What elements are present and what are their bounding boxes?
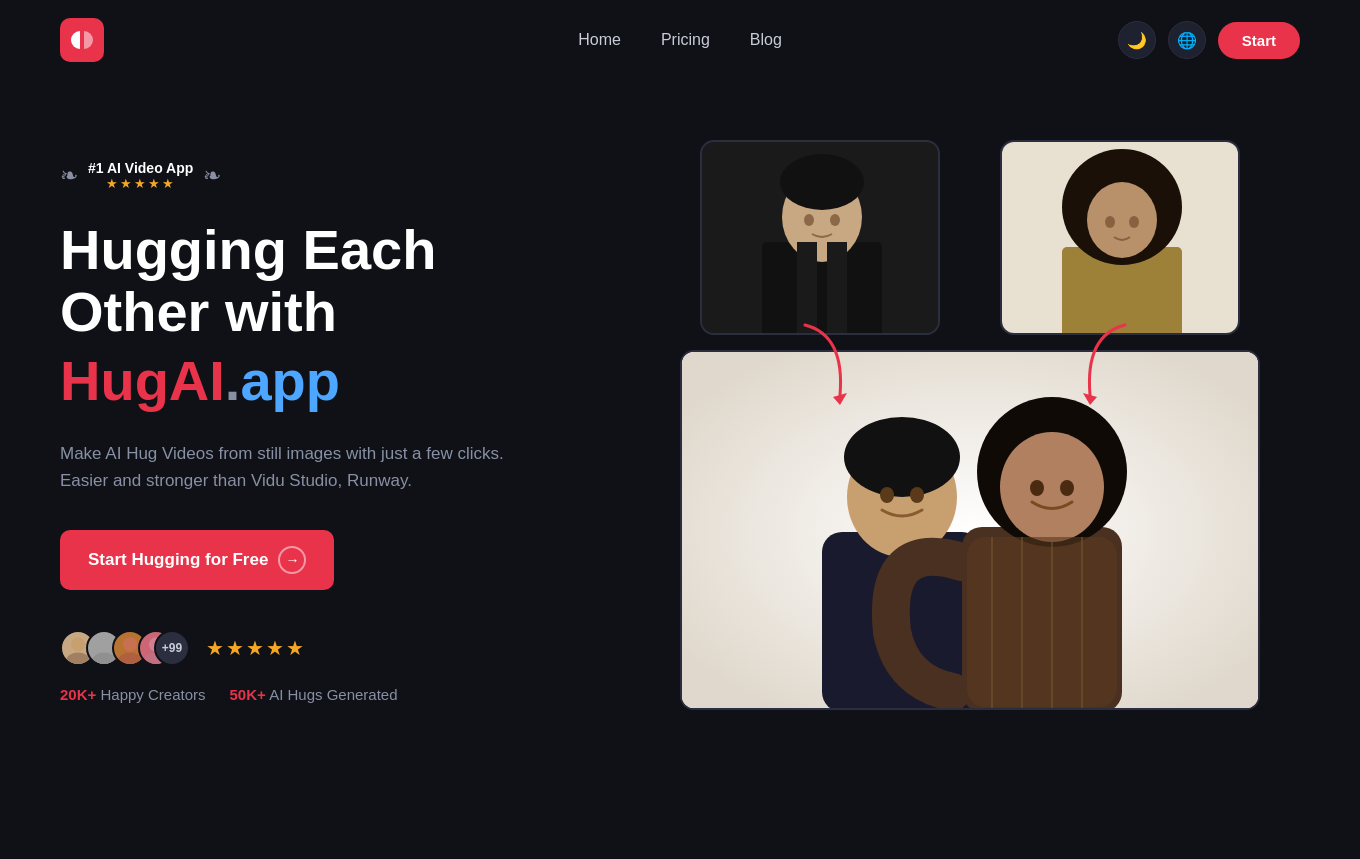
svg-point-5 [118,653,141,667]
accent-dot-text: . [225,349,241,412]
hero-left: ❧ #1 AI Video App ★★★★★ ❧ Hugging Each O… [60,140,600,703]
svg-point-4 [123,637,137,651]
stat-creators: 20K+ Happy Creators [60,686,206,703]
avatar-group: +99 [60,630,190,666]
svg-point-35 [1060,480,1074,496]
dark-mode-button[interactable]: 🌙 [1118,21,1156,59]
svg-point-31 [1000,432,1104,542]
globe-icon: 🌐 [1177,31,1197,50]
nav-blog[interactable]: Blog [750,31,782,49]
image-card-person1 [700,140,940,335]
stat-hugs-num: 50K+ [230,686,266,703]
hero-images [640,140,1300,720]
social-proof: +99 ★★★★★ [60,630,600,666]
svg-point-2 [97,637,111,651]
nav-home[interactable]: Home [578,31,621,49]
image-card-hug [680,350,1260,710]
cta-button[interactable]: Start Hugging for Free → [60,530,334,590]
start-button[interactable]: Start [1218,22,1300,59]
nav-links: Home Pricing Blog [578,31,782,49]
svg-point-0 [71,637,85,651]
moon-icon: 🌙 [1127,31,1147,50]
nav-right: 🌙 🌐 Start [1118,21,1300,59]
badge: ❧ #1 AI Video App ★★★★★ ❧ [60,160,600,191]
accent-red-text: HugAI [60,349,225,412]
nav-pricing[interactable]: Pricing [661,31,710,49]
image-card-person2 [1000,140,1240,335]
laurel-right-icon: ❧ [203,163,221,189]
svg-point-34 [1030,480,1044,496]
stats: 20K+ Happy Creators 50K+ AI Hugs Generat… [60,686,600,703]
hero-section: ❧ #1 AI Video App ★★★★★ ❧ Hugging Each O… [0,80,1360,720]
stat-creators-label-text: Happy Creators [100,686,205,703]
svg-point-15 [830,214,840,226]
svg-point-33 [910,487,924,503]
svg-rect-36 [967,537,1117,707]
arrow-left-icon [785,315,865,415]
svg-point-3 [92,653,115,667]
badge-stars: ★★★★★ [106,176,176,191]
badge-text: #1 AI Video App ★★★★★ [88,160,193,191]
svg-point-14 [804,214,814,226]
svg-point-28 [844,417,960,497]
arrow-right-icon [1065,315,1145,415]
badge-title: #1 AI Video App [88,160,193,176]
svg-point-20 [1105,216,1115,228]
cta-label: Start Hugging for Free [88,550,268,570]
svg-point-11 [780,154,864,210]
rating-stars: ★★★★★ [206,636,306,660]
stat-hugs-label-text: AI Hugs Generated [269,686,397,703]
cta-arrow-icon: → [278,546,306,574]
logo[interactable] [60,18,104,62]
stat-creators-num: 20K+ [60,686,96,703]
language-button[interactable]: 🌐 [1168,21,1206,59]
svg-point-19 [1087,182,1157,258]
stat-hugs: 50K+ AI Hugs Generated [230,686,398,703]
hero-heading-line1: Hugging Each Other with [60,219,600,342]
hero-heading-accent: HugAI.app [60,350,600,412]
svg-point-1 [66,653,89,667]
hero-description: Make AI Hug Videos from still images wit… [60,440,520,494]
svg-point-21 [1129,216,1139,228]
avatar-plus: +99 [154,630,190,666]
laurel-left-icon: ❧ [60,163,78,189]
navbar: Home Pricing Blog 🌙 🌐 Start [0,0,1360,80]
svg-point-32 [880,487,894,503]
accent-blue-text: app [240,349,340,412]
